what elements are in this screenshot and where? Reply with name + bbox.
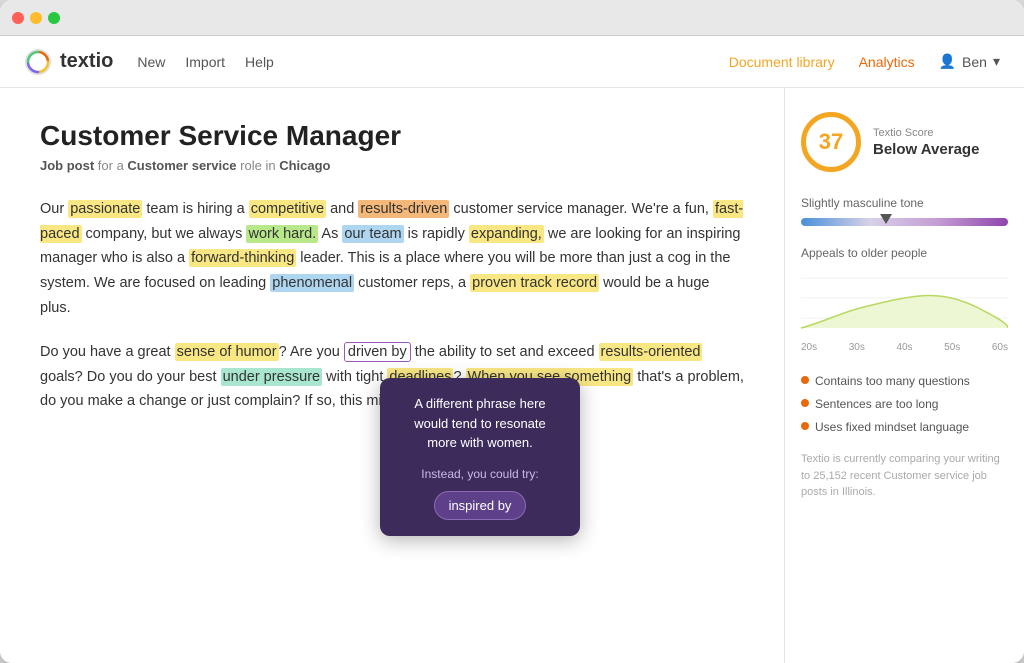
header: textio New Import Help Document library …	[0, 36, 1024, 88]
traffic-lights	[12, 12, 60, 24]
user-menu[interactable]: 👤 Ben ▾	[939, 53, 1000, 70]
score-info: Textio Score Below Average	[873, 127, 979, 158]
logo-icon	[24, 48, 52, 76]
bullet-dot-3	[801, 422, 809, 430]
minimize-button[interactable]	[30, 12, 42, 24]
score-label: Textio Score	[873, 127, 979, 139]
title-bar	[0, 0, 1024, 36]
highlight-expanding: expanding,	[469, 225, 544, 243]
score-circle: 37	[801, 112, 861, 172]
subtitle-role: Customer service	[127, 158, 236, 173]
age-section: Appeals to older people	[801, 246, 1008, 353]
insight-text-3: Uses fixed mindset language	[815, 419, 969, 436]
document-area: Customer Service Manager Job post for a …	[0, 88, 784, 663]
age-label-60s: 60s	[992, 342, 1008, 353]
highlight-under-pressure: under pressure	[221, 368, 323, 386]
age-labels: 20s 30s 40s 50s 60s	[801, 342, 1008, 353]
help-link[interactable]: Help	[245, 54, 274, 70]
subtitle-role-in: role in	[240, 158, 279, 173]
highlight-our-team: our team	[342, 225, 403, 243]
insight-item-2: Sentences are too long	[801, 396, 1008, 413]
highlight-results-oriented: results-oriented	[599, 343, 703, 361]
insight-item-1: Contains too many questions	[801, 373, 1008, 390]
insight-item-3: Uses fixed mindset language	[801, 419, 1008, 436]
highlight-sense-of-humor: sense of humor	[175, 343, 279, 361]
highlight-work-hard: work hard.	[246, 225, 318, 243]
tooltip-main-text: A different phrase here would tend to re…	[400, 394, 560, 453]
highlight-forward-thinking: forward-thinking	[189, 249, 296, 267]
age-chart-area	[801, 296, 1008, 329]
highlight-results-driven: results-driven	[358, 200, 449, 218]
insight-text-1: Contains too many questions	[815, 373, 970, 390]
tone-bar	[801, 218, 1008, 226]
chevron-down-icon: ▾	[993, 53, 1000, 70]
logo[interactable]: textio	[24, 48, 113, 76]
user-icon: 👤	[939, 53, 956, 70]
tooltip: A different phrase here would tend to re…	[380, 378, 580, 536]
age-label-30s: 30s	[849, 342, 865, 353]
age-chart	[801, 268, 1008, 338]
doc-library-link[interactable]: Document library	[729, 54, 835, 70]
tone-label: Slightly masculine tone	[801, 196, 1008, 210]
highlight-competitive: competitive	[249, 200, 326, 218]
analytics-link[interactable]: Analytics	[859, 54, 915, 70]
insight-list: Contains too many questions Sentences ar…	[801, 373, 1008, 435]
main-nav: New Import Help	[137, 54, 274, 70]
close-button[interactable]	[12, 12, 24, 24]
subtitle-job-post: Job post	[40, 158, 94, 173]
appeals-label: Appeals to older people	[801, 246, 1008, 260]
user-name: Ben	[962, 54, 987, 70]
app-content: textio New Import Help Document library …	[0, 36, 1024, 663]
header-right: Document library Analytics 👤 Ben ▾	[729, 53, 1000, 70]
score-section: 37 Textio Score Below Average	[801, 112, 1008, 172]
insight-text-2: Sentences are too long	[815, 396, 938, 413]
paragraph-1: Our passionate team is hiring a competit…	[40, 197, 744, 320]
tone-section: Slightly masculine tone	[801, 196, 1008, 226]
highlight-proven-track: proven track record	[470, 274, 599, 292]
subtitle-for: for a	[98, 158, 128, 173]
doc-subtitle: Job post for a Customer service role in …	[40, 158, 744, 173]
sidebar: 37 Textio Score Below Average Slightly m…	[784, 88, 1024, 663]
score-number: 37	[819, 129, 843, 155]
bullet-dot-1	[801, 376, 809, 384]
import-link[interactable]: Import	[185, 54, 225, 70]
logo-text: textio	[60, 50, 113, 73]
new-link[interactable]: New	[137, 54, 165, 70]
age-label-50s: 50s	[944, 342, 960, 353]
bullet-dot-2	[801, 399, 809, 407]
age-label-40s: 40s	[896, 342, 912, 353]
app-window: textio New Import Help Document library …	[0, 0, 1024, 663]
age-label-20s: 20s	[801, 342, 817, 353]
fullscreen-button[interactable]	[48, 12, 60, 24]
score-value: Below Average	[873, 141, 979, 158]
tooltip-suggestion[interactable]: inspired by	[434, 491, 527, 521]
highlight-phenomenal: phenomenal	[270, 274, 354, 292]
sidebar-footer: Textio is currently comparing your writi…	[801, 451, 1008, 501]
age-chart-svg	[801, 268, 1008, 338]
tooltip-suggest-label: Instead, you could try:	[400, 465, 560, 483]
tone-indicator	[880, 214, 892, 224]
main-area: Customer Service Manager Job post for a …	[0, 88, 1024, 663]
highlight-passionate: passionate	[68, 200, 142, 218]
doc-title: Customer Service Manager	[40, 120, 744, 152]
subtitle-location: Chicago	[279, 158, 330, 173]
highlight-driven-by[interactable]: driven by	[344, 342, 411, 362]
tooltip-container: A different phrase here would tend to re…	[380, 378, 580, 536]
